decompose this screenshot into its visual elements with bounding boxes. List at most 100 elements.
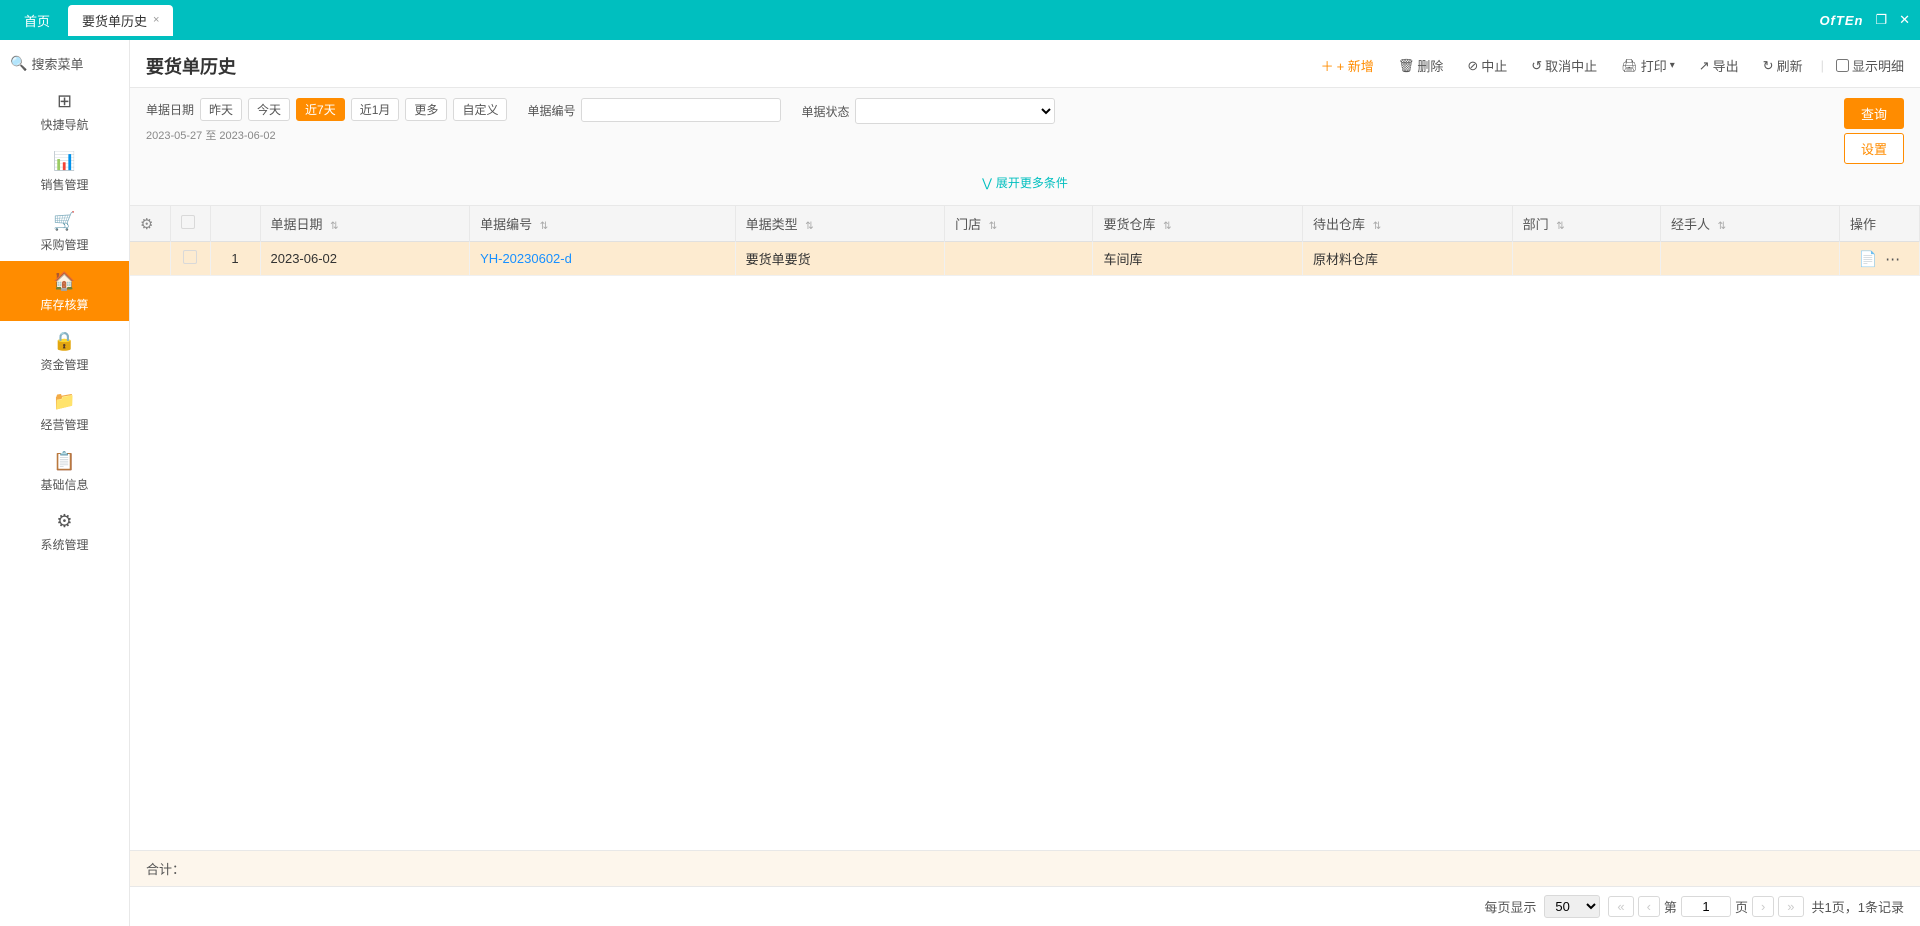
display-cell-checkbox[interactable] <box>1836 59 1849 72</box>
select-all-checkbox[interactable] <box>181 215 195 229</box>
row-pending-warehouse: 原材料仓库 <box>1303 242 1513 276</box>
page-size-select[interactable]: 50 20 100 <box>1544 895 1600 918</box>
col-pending-warehouse-sort-icon[interactable]: ⇅ <box>1373 221 1381 232</box>
row-ops: 📄 ⋯ <box>1840 242 1920 276</box>
separator: | <box>1821 58 1824 73</box>
sidebar-search[interactable]: 🔍 搜索菜单 <box>0 46 129 81</box>
expand-more-btn[interactable]: ⋁ 展开更多条件 <box>982 170 1068 195</box>
sidebar-item-quick-nav[interactable]: ⊞ 快捷导航 <box>0 81 129 141</box>
pg-prev-btn[interactable]: ‹ <box>1638 896 1660 917</box>
filter-order-no-group: 单据编号 <box>527 98 781 122</box>
order-no-link[interactable]: YH-20230602-d <box>480 251 572 266</box>
toolbar: ＋ + 新增 🗑 删除 ⊘ 中止 ↺ 取消中止 🖨 打印 <box>1315 52 1904 79</box>
sidebar-item-label: 经营管理 <box>40 416 88 433</box>
new-label: + 新增 <box>1337 56 1374 75</box>
delete-label: 删除 <box>1417 56 1443 75</box>
pg-next-btn[interactable]: › <box>1752 896 1774 917</box>
stop-icon: ⊘ <box>1467 58 1478 74</box>
sidebar-item-operations[interactable]: 📁 经营管理 <box>0 381 129 441</box>
col-date-sort-icon[interactable]: ⇅ <box>330 221 338 232</box>
sidebar-item-finance[interactable]: 🔒 资金管理 <box>0 321 129 381</box>
close-btn[interactable]: ✕ <box>1899 12 1910 28</box>
row-more-icon[interactable]: ⋯ <box>1885 251 1900 268</box>
sidebar-item-label: 销售管理 <box>40 176 88 193</box>
filter-order-no-controls: 单据编号 <box>527 98 781 122</box>
sidebar-item-label: 库存核算 <box>40 296 88 313</box>
col-order-no-sort-icon[interactable]: ⇅ <box>540 221 548 232</box>
date-btn-7days[interactable]: 近7天 <box>296 98 345 121</box>
col-header-date: 单据日期 ⇅ <box>260 206 470 242</box>
setting-button[interactable]: 设置 <box>1844 133 1904 164</box>
sidebar-item-purchase[interactable]: 🛒 采购管理 <box>0 201 129 261</box>
tab-history[interactable]: 要货单历史 × <box>68 5 173 36</box>
row-checkbox[interactable] <box>170 242 210 276</box>
col-header-num <box>210 206 260 242</box>
new-button[interactable]: ＋ + 新增 <box>1315 52 1380 79</box>
sidebar-item-inventory[interactable]: 🏠 库存核算 <box>0 261 129 321</box>
export-button[interactable]: ↗ 导出 <box>1693 52 1745 79</box>
display-cell-label: 显示明细 <box>1852 56 1904 75</box>
col-handler-sort-icon[interactable]: ⇅ <box>1718 221 1726 232</box>
filter-date-controls: 单据日期 昨天 今天 近7天 近1月 更多 自定义 <box>146 98 507 121</box>
sidebar-item-base-info[interactable]: 📋 基础信息 <box>0 441 129 501</box>
pg-first-btn[interactable]: « <box>1608 896 1633 917</box>
pg-input[interactable] <box>1681 896 1731 917</box>
stop-label: 中止 <box>1481 56 1507 75</box>
inventory-icon: 🏠 <box>53 271 75 292</box>
date-btn-more[interactable]: 更多 <box>405 98 447 121</box>
sidebar-item-sales[interactable]: 📊 销售管理 <box>0 141 129 201</box>
delete-button[interactable]: 🗑 删除 <box>1392 52 1450 79</box>
cancel-stop-button[interactable]: ↺ 取消中止 <box>1525 52 1603 79</box>
col-department-sort-icon[interactable]: ⇅ <box>1556 221 1564 232</box>
stop-button[interactable]: ⊘ 中止 <box>1461 52 1513 79</box>
query-button[interactable]: 查询 <box>1844 98 1904 129</box>
status-select[interactable] <box>855 98 1055 124</box>
date-btn-1month[interactable]: 近1月 <box>351 98 400 121</box>
row-select-checkbox[interactable] <box>183 250 197 264</box>
table-footer: 合计： <box>130 850 1920 886</box>
filter-bottom: ⋁ 展开更多条件 <box>146 170 1904 195</box>
purchase-icon: 🛒 <box>53 211 75 232</box>
date-btn-today[interactable]: 今天 <box>248 98 290 121</box>
pagination-nav: « ‹ 第 页 › » <box>1608 896 1803 917</box>
export-icon: ↗ <box>1699 58 1710 74</box>
print-label: 打印 <box>1641 56 1667 75</box>
col-header-req-warehouse: 要货仓库 ⇅ <box>1093 206 1303 242</box>
sidebar-item-system[interactable]: ⚙ 系统管理 <box>0 501 129 561</box>
col-req-warehouse-sort-icon[interactable]: ⇅ <box>1163 221 1171 232</box>
summary-label: 合计： <box>146 859 185 878</box>
table-row: 1 2023-06-02 YH-20230602-d 要货单要货 车间库 原材料… <box>130 242 1920 276</box>
refresh-button[interactable]: ↻ 刷新 <box>1757 52 1809 79</box>
col-header-store: 门店 ⇅ <box>945 206 1093 242</box>
row-department <box>1512 242 1660 276</box>
col-header-settings: ⚙ <box>130 206 170 242</box>
restore-btn[interactable]: ❐ <box>1875 12 1887 28</box>
expand-label: 展开更多条件 <box>996 174 1068 191</box>
row-handler <box>1660 242 1839 276</box>
sales-icon: 📊 <box>53 151 75 172</box>
date-btn-yesterday[interactable]: 昨天 <box>200 98 242 121</box>
filter-area: 单据日期 昨天 今天 近7天 近1月 更多 自定义 2023-05-27 至 2… <box>130 88 1920 206</box>
tab-home[interactable]: 首页 <box>10 5 64 36</box>
display-cell-button[interactable]: 显示明细 <box>1836 56 1904 75</box>
order-no-input[interactable] <box>581 98 781 122</box>
search-icon: 🔍 <box>10 55 27 72</box>
print-button[interactable]: 🖨 打印 ▾ <box>1615 52 1681 79</box>
date-range-display: 2023-05-27 至 2023-06-02 <box>146 127 507 143</box>
page-header: 要货单历史 ＋ + 新增 🗑 删除 ⊘ 中止 ↺ 取消中止 <box>130 40 1920 88</box>
col-store-sort-icon[interactable]: ⇅ <box>989 221 997 232</box>
col-req-warehouse-label: 要货仓库 <box>1103 217 1155 232</box>
filter-status-group: 单据状态 <box>801 98 1055 124</box>
sidebar-item-label: 采购管理 <box>40 236 88 253</box>
tab-history-close[interactable]: × <box>153 14 159 26</box>
pg-last-btn[interactable]: » <box>1778 896 1803 917</box>
print-dropdown-icon: ▾ <box>1670 60 1675 71</box>
col-order-no-label: 单据编号 <box>480 217 532 232</box>
date-btn-custom[interactable]: 自定义 <box>453 98 507 121</box>
row-view-icon[interactable]: 📄 <box>1859 251 1878 268</box>
col-order-type-sort-icon[interactable]: ⇅ <box>805 221 813 232</box>
col-header-order-type: 单据类型 ⇅ <box>735 206 945 242</box>
sidebar-search-label: 搜索菜单 <box>31 54 83 73</box>
settings-gear-icon[interactable]: ⚙ <box>140 216 153 233</box>
top-bar: 首页 要货单历史 × OfTEn ❐ ✕ <box>0 0 1920 40</box>
